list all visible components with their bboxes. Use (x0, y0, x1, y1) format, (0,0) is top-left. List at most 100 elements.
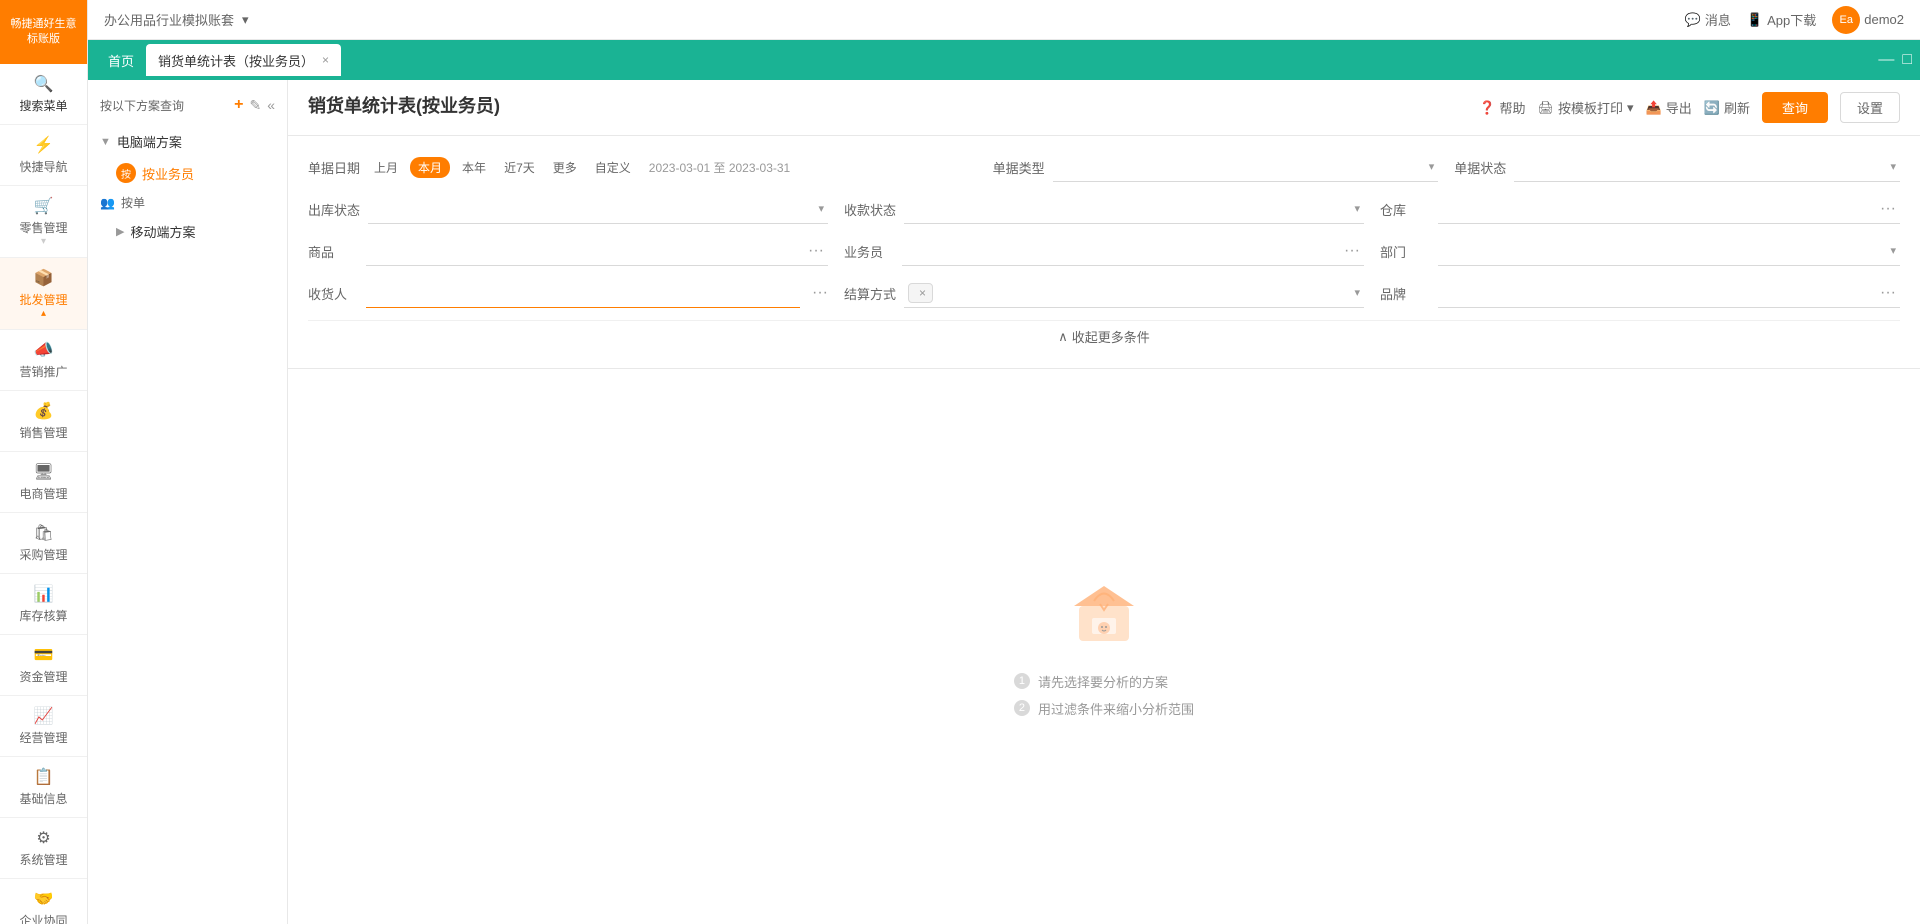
sidebar-item-operation[interactable]: 📈 经营管理 (0, 696, 87, 757)
app-download-btn[interactable]: 📱 App下载 (1747, 10, 1816, 29)
tab-bar-actions: — □ (1878, 51, 1912, 69)
staff-ellipsis[interactable]: ··· (1344, 242, 1360, 260)
settings-button[interactable]: 设置 (1840, 92, 1900, 123)
operation-icon: 📈 (34, 706, 54, 726)
collapse-filters-btn[interactable]: ∧ 收起更多条件 (308, 320, 1900, 352)
sidebar-item-purchase[interactable]: 🛍 采购管理 (0, 513, 87, 574)
add-scheme-btn[interactable]: + (234, 96, 243, 114)
staff-label: 业务员 (844, 242, 894, 261)
order-status-label: 单据状态 (1454, 158, 1506, 177)
shortcut-this-year[interactable]: 本年 (456, 157, 492, 178)
filter-date: 单据日期 上月 本月 本年 近7天 更多 自定义 2023-03-01 至 20… (308, 157, 977, 178)
avatar: Ea (1832, 6, 1860, 34)
tab-close-icon[interactable]: × (322, 53, 329, 67)
tree-sub-by-order[interactable]: 👥 按单 (88, 189, 287, 216)
order-type-select[interactable]: ▾ (1053, 152, 1439, 182)
sidebar-item-inventory[interactable]: 📊 库存核算 (0, 574, 87, 635)
left-panel-title: 按以下方案查询 (100, 97, 184, 114)
export-label: 导出 (1666, 98, 1692, 117)
left-panel-header: 按以下方案查询 + ✎ « (88, 88, 287, 122)
query-button[interactable]: 查询 (1762, 92, 1828, 123)
help-label: 帮助 (1499, 98, 1525, 117)
message-icon: 💬 (1685, 12, 1701, 28)
shortcut-custom[interactable]: 自定义 (589, 157, 637, 178)
settlement-select[interactable]: × ▾ (904, 278, 1364, 308)
collapse-label: 收起更多条件 (1072, 327, 1150, 346)
refresh-btn[interactable]: 🔄 刷新 (1704, 98, 1750, 117)
payment-chevron: ▾ (1354, 202, 1360, 215)
warehouse-label: 仓库 (1380, 200, 1430, 219)
tree-mobile-section[interactable]: ▶ 移动端方案 (88, 216, 287, 247)
system-label: 系统管理 (19, 851, 67, 868)
order-status-select[interactable]: ▾ (1514, 152, 1900, 182)
inventory-label: 库存核算 (19, 607, 67, 624)
tab-sales-stats[interactable]: 销货单统计表（按业务员） × (146, 44, 341, 76)
tree-pc-parent[interactable]: ▼ 电脑端方案 (88, 126, 287, 157)
tree-child-by-staff[interactable]: 按 按业务员 (88, 157, 287, 189)
wholesale-icon: 📦 (34, 268, 54, 288)
sidebar-item-marketing[interactable]: 📣 营销推广 (0, 330, 87, 391)
filter-staff: 业务员 ··· (844, 236, 1364, 266)
recipient-input[interactable] (366, 278, 800, 308)
marketing-label: 营销推广 (19, 363, 67, 380)
edit-scheme-btn[interactable]: ✎ (249, 97, 261, 114)
empty-tips: 1 请先选择要分析的方案 2 用过滤条件来缩小分析范围 (1014, 672, 1194, 718)
order-type-chevron: ▾ (1429, 160, 1435, 173)
shortcut-more[interactable]: 更多 (547, 157, 583, 178)
brand-ellipsis[interactable]: ··· (1880, 284, 1896, 302)
recipient-ellipsis[interactable]: ··· (812, 284, 828, 302)
shortcut-this-month[interactable]: 本月 (410, 157, 450, 178)
sidebar-item-search[interactable]: 🔍 搜索菜单 (0, 64, 87, 125)
enterprise-icon: 🤝 (34, 889, 54, 909)
wholesale-label: 批发管理 (19, 291, 67, 308)
message-btn[interactable]: 💬 消息 (1685, 10, 1731, 29)
sidebar-item-ecommerce[interactable]: 🖥 电商管理 (0, 452, 87, 513)
collapse-icon: ∧ (1058, 329, 1068, 345)
collapse-panel-btn[interactable]: « (267, 97, 275, 113)
brand-select[interactable]: ··· (1438, 278, 1900, 308)
template-print-btn[interactable]: 🖨 按模板打印 ▾ (1538, 98, 1634, 117)
breadcrumb-text[interactable]: 办公用品行业模拟账套 (104, 10, 234, 29)
sidebar-item-system[interactable]: ⚙ 系统管理 (0, 818, 87, 879)
delivery-label: 出库状态 (308, 200, 360, 219)
sidebar-item-basic[interactable]: 📋 基础信息 (0, 757, 87, 818)
filter-product: 商品 ··· (308, 236, 828, 266)
mobile-arrow: ▶ (116, 225, 124, 238)
print-icon: 🖨 (1538, 100, 1555, 116)
tree-pc-section: ▼ 电脑端方案 按 按业务员 👥 按单 ▶ 移动端方案 (88, 122, 287, 251)
shortcut-last-month[interactable]: 上月 (368, 157, 404, 178)
warehouse-ellipsis[interactable]: ··· (1880, 200, 1896, 218)
tip-text-2: 用过滤条件来缩小分析范围 (1038, 699, 1194, 718)
dept-select[interactable]: ▾ (1438, 236, 1900, 266)
user-profile-btn[interactable]: Ea demo2 (1832, 6, 1904, 34)
staff-select[interactable]: ··· (902, 236, 1364, 266)
filter-row-1: 单据日期 上月 本月 本年 近7天 更多 自定义 2023-03-01 至 20… (308, 152, 1900, 182)
filter-row-3: 商品 ··· 业务员 ··· (308, 236, 1900, 266)
product-select[interactable]: ··· (366, 236, 828, 266)
shortcut-last7days[interactable]: 近7天 (498, 157, 541, 178)
sales-label: 销售管理 (19, 424, 67, 441)
tab-minimize-btn[interactable]: — (1878, 51, 1894, 69)
delivery-status-select[interactable]: ▾ (368, 194, 828, 224)
settlement-label: 结算方式 (844, 284, 896, 303)
export-btn[interactable]: 📤 导出 (1646, 98, 1692, 117)
tab-home[interactable]: 首页 (96, 44, 146, 76)
settlement-tag-close[interactable]: × (919, 286, 926, 300)
left-panel-actions: + ✎ « (234, 96, 275, 114)
sidebar-item-finance[interactable]: 💳 资金管理 (0, 635, 87, 696)
tab-maximize-btn[interactable]: □ (1902, 51, 1912, 69)
sidebar-item-sales[interactable]: 💰 销售管理 (0, 391, 87, 452)
sidebar-item-wholesale[interactable]: 📦 批发管理 ▴ (0, 258, 87, 330)
payment-label: 收款状态 (844, 200, 896, 219)
app-download-label: App下载 (1767, 10, 1816, 29)
warehouse-select[interactable]: ··· (1438, 194, 1900, 224)
refresh-label: 刷新 (1724, 98, 1750, 117)
sidebar-item-quicknav[interactable]: ⚡ 快捷导航 (0, 125, 87, 186)
sidebar-item-retail[interactable]: 🛒 零售管理 ▾ (0, 186, 87, 258)
help-btn[interactable]: ❓ 帮助 (1479, 98, 1525, 117)
payment-status-select[interactable]: ▾ (904, 194, 1364, 224)
product-ellipsis[interactable]: ··· (808, 242, 824, 260)
search-label: 搜索菜单 (19, 97, 67, 114)
page-title-bar: 销货单统计表(按业务员) ❓ 帮助 🖨 按模板打印 ▾ 📤 (288, 80, 1920, 136)
sidebar-item-enterprise[interactable]: 🤝 企业协同 (0, 879, 87, 924)
